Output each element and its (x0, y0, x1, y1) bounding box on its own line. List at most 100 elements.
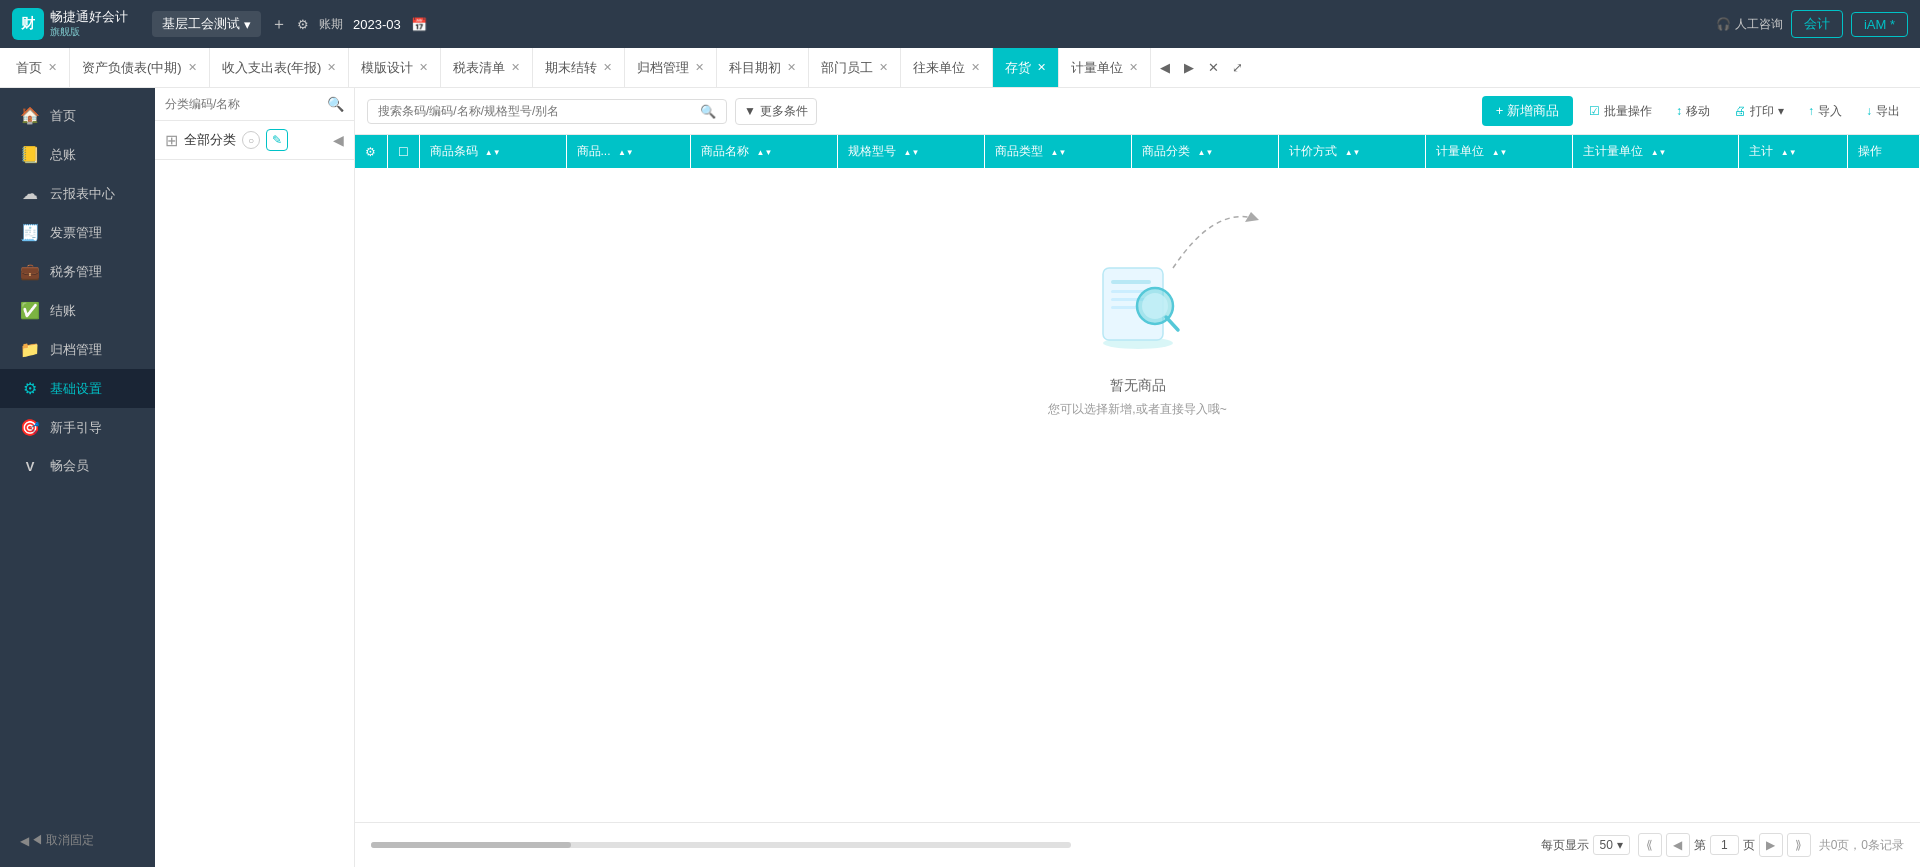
add-tab-btn[interactable]: ＋ (271, 14, 287, 35)
col-category[interactable]: 商品分类 ▲▼ (1132, 135, 1279, 168)
headset-icon: 🎧 (1716, 17, 1731, 31)
support-button[interactable]: 🎧 人工咨询 (1716, 16, 1783, 33)
tab-unit[interactable]: 计量单位 ✕ (1059, 48, 1151, 88)
sidebar-item-settings[interactable]: ⚙ 基础设置 (0, 369, 155, 408)
page-unit: 页 (1743, 837, 1755, 854)
col-spec[interactable]: 规格型号 ▲▼ (838, 135, 985, 168)
table-checkbox-col[interactable]: ☐ (387, 135, 419, 168)
col-code[interactable]: 商品... ▲▼ (566, 135, 691, 168)
calendar-icon[interactable]: 📅 (411, 17, 427, 32)
sidebar-item-archive[interactable]: 📁 归档管理 (0, 330, 155, 369)
tab-close-icon[interactable]: ✕ (1037, 61, 1046, 74)
col-name[interactable]: 商品名称 ▲▼ (691, 135, 838, 168)
account-button[interactable]: 会计 (1791, 10, 1843, 38)
tab-archive[interactable]: 归档管理 ✕ (625, 48, 717, 88)
settings-icon[interactable]: ⚙ (297, 17, 309, 32)
next-page-btn[interactable]: ▶ (1759, 833, 1783, 857)
add-product-btn[interactable]: + 新增商品 (1482, 96, 1573, 126)
page-size-dropdown[interactable]: 50 ▾ (1593, 835, 1630, 855)
tab-close-icon[interactable]: ✕ (327, 61, 336, 74)
tab-close-icon[interactable]: ✕ (1129, 61, 1138, 74)
col-type[interactable]: 商品类型 ▲▼ (985, 135, 1132, 168)
category-search-icon[interactable]: 🔍 (327, 96, 344, 112)
tab-close-icon[interactable]: ✕ (603, 61, 612, 74)
tab-subject[interactable]: 科目期初 ✕ (717, 48, 809, 88)
tab-close-icon[interactable]: ✕ (511, 61, 520, 74)
category-collapse-icon[interactable]: ◀ (333, 132, 344, 148)
export-icon: ↓ (1866, 104, 1872, 118)
sidebar-item-ledger[interactable]: 📒 总账 (0, 135, 155, 174)
sort-arrows: ▲▼ (1651, 149, 1667, 157)
iam-badge[interactable]: iAM * (1851, 12, 1908, 37)
settings-icon: ⚙ (20, 379, 40, 398)
tab-inventory[interactable]: 存货 ✕ (993, 48, 1059, 88)
company-selector[interactable]: 基层工会测试 ▾ (152, 11, 261, 37)
col-pricing[interactable]: 计价方式 ▲▼ (1279, 135, 1426, 168)
tab-template[interactable]: 模版设计 ✕ (349, 48, 441, 88)
tab-label: 资产负债表(中期) (82, 59, 182, 77)
col-main-unit[interactable]: 主计量单位 ▲▼ (1573, 135, 1739, 168)
sidebar-item-member[interactable]: V 畅会员 (0, 447, 155, 485)
tab-label: 模版设计 (361, 59, 413, 77)
more-filter-btn[interactable]: ▼ 更多条件 (735, 98, 817, 125)
first-page-btn[interactable]: ⟪ (1638, 833, 1662, 857)
category-search-input[interactable] (165, 97, 327, 111)
product-search-icon[interactable]: 🔍 (700, 104, 716, 119)
sidebar-item-guide[interactable]: 🎯 新手引导 (0, 408, 155, 447)
app-name: 畅捷通好会计 (50, 9, 128, 25)
tab-expand-btn[interactable]: ⤢ (1225, 56, 1249, 80)
last-page-btn[interactable]: ⟫ (1787, 833, 1811, 857)
tab-income[interactable]: 收入支出表(年报) ✕ (210, 48, 350, 88)
member-icon: V (20, 459, 40, 474)
tab-customer[interactable]: 往来单位 ✕ (901, 48, 993, 88)
table-settings-col[interactable]: ⚙ (355, 135, 387, 168)
sort-arrows: ▲▼ (1492, 149, 1508, 157)
tab-label: 部门员工 (821, 59, 873, 77)
sort-arrows: ▲▼ (1781, 149, 1797, 157)
close-all-tabs-btn[interactable]: ✕ (1201, 56, 1225, 80)
print-btn[interactable]: 🖨 打印 ▾ (1726, 99, 1792, 124)
page-number-input[interactable]: 1 (1710, 835, 1739, 855)
sidebar-item-label: 基础设置 (50, 380, 102, 398)
tab-period[interactable]: 期末结转 ✕ (533, 48, 625, 88)
tab-close-icon[interactable]: ✕ (48, 61, 57, 74)
tab-close-icon[interactable]: ✕ (971, 61, 980, 74)
batch-label: 批量操作 (1604, 103, 1652, 120)
svg-rect-3 (1111, 290, 1145, 293)
sidebar-item-settle[interactable]: ✅ 结账 (0, 291, 155, 330)
tab-close-icon[interactable]: ✕ (188, 61, 197, 74)
tab-balance[interactable]: 资产负债表(中期) ✕ (70, 48, 210, 88)
sidebar-item-invoice[interactable]: 🧾 发票管理 (0, 213, 155, 252)
import-btn[interactable]: ↑ 导入 (1800, 99, 1850, 124)
col-unit[interactable]: 计量单位 ▲▼ (1426, 135, 1573, 168)
sidebar-pin-toggle[interactable]: ◀ ◀ 取消固定 (0, 822, 155, 859)
content-area: 🔍 ⊞ 全部分类 ○ ✎ ◀ 🔍 (155, 88, 1920, 867)
tab-close-icon[interactable]: ✕ (695, 61, 704, 74)
tab-home[interactable]: 首页 ✕ (4, 48, 70, 88)
sidebar-item-home[interactable]: 🏠 首页 (0, 96, 155, 135)
tab-prev-btn[interactable]: ◀ (1153, 56, 1177, 80)
empty-title: 暂无商品 (1110, 377, 1166, 395)
tab-close-icon[interactable]: ✕ (787, 61, 796, 74)
move-label: 移动 (1686, 103, 1710, 120)
tab-next-btn[interactable]: ▶ (1177, 56, 1201, 80)
pin-label: ◀ 取消固定 (31, 832, 94, 849)
page-navigation: ⟪ ◀ 第 1 页 ▶ ⟫ (1638, 833, 1811, 857)
tab-dept[interactable]: 部门员工 ✕ (809, 48, 901, 88)
tab-close-icon[interactable]: ✕ (879, 61, 888, 74)
sidebar-item-tax[interactable]: 💼 税务管理 (0, 252, 155, 291)
move-btn[interactable]: ↕ 移动 (1668, 99, 1718, 124)
tab-label: 期末结转 (545, 59, 597, 77)
col-barcode[interactable]: 商品条码 ▲▼ (419, 135, 566, 168)
tab-tax[interactable]: 税表清单 ✕ (441, 48, 533, 88)
tab-close-icon[interactable]: ✕ (419, 61, 428, 74)
batch-operation-btn[interactable]: ☑ 批量操作 (1581, 99, 1660, 124)
category-edit-btn[interactable]: ✎ (266, 129, 288, 151)
main-layout: 🏠 首页 📒 总账 ☁ 云报表中心 🧾 发票管理 💼 税务管理 ✅ 结账 📁 归… (0, 88, 1920, 867)
export-btn[interactable]: ↓ 导出 (1858, 99, 1908, 124)
top-bar: 财 畅捷通好会计 旗舰版 基层工会测试 ▾ ＋ ⚙ 账期 2023-03 📅 🎧… (0, 0, 1920, 48)
sidebar-item-cloud[interactable]: ☁ 云报表中心 (0, 174, 155, 213)
col-main-calc[interactable]: 主计 ▲▼ (1739, 135, 1848, 168)
product-search-input[interactable] (378, 104, 694, 118)
prev-page-btn[interactable]: ◀ (1666, 833, 1690, 857)
